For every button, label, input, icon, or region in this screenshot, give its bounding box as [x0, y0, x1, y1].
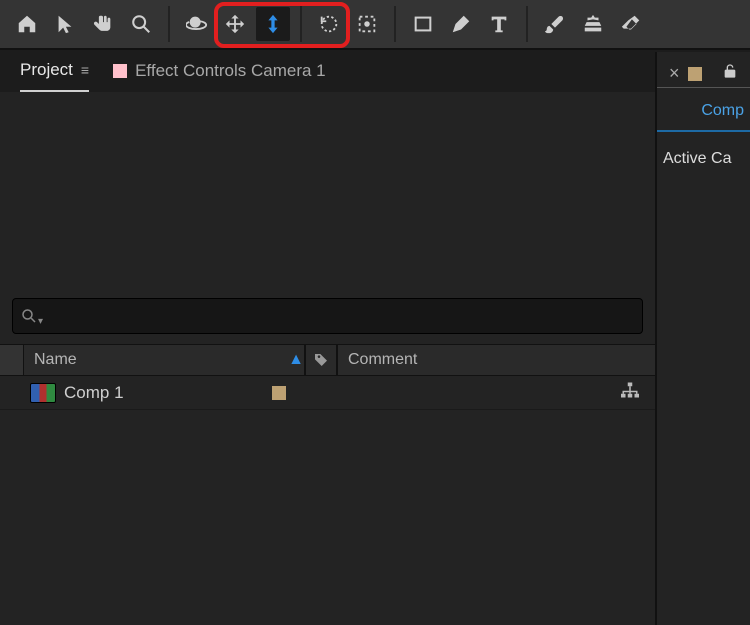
- project-panel: ▾ Name ▲ Comment Comp 1: [0, 92, 655, 625]
- column-comment[interactable]: Comment: [338, 351, 417, 369]
- project-search[interactable]: ▾: [12, 298, 643, 334]
- tag-icon: [313, 352, 329, 368]
- tab-project-label: Project: [20, 60, 73, 80]
- comp-color-swatch: [688, 67, 702, 81]
- toolbar-divider: [394, 6, 396, 42]
- toolbar-divider: [168, 6, 170, 42]
- sort-ascending-icon[interactable]: ▲: [288, 351, 304, 369]
- tab-effect-controls-label: Effect Controls Camera 1: [135, 61, 326, 81]
- rectangle-tool-icon[interactable]: [406, 7, 440, 41]
- dolly-camera-tool-icon[interactable]: [256, 7, 290, 41]
- project-columns-header: Name ▲ Comment: [0, 344, 655, 376]
- tab-effect-controls[interactable]: Effect Controls Camera 1: [113, 61, 326, 91]
- orbit-camera-tool-icon[interactable]: [180, 7, 214, 41]
- pen-tool-icon[interactable]: [444, 7, 478, 41]
- toolbar-divider: [300, 6, 302, 42]
- toolbar-divider: [526, 6, 528, 42]
- column-name-label: Name: [34, 351, 77, 369]
- zoom-tool-icon[interactable]: [124, 7, 158, 41]
- column-name[interactable]: Name ▲: [24, 351, 304, 369]
- tab-composition[interactable]: Comp: [657, 88, 750, 132]
- type-tool-icon[interactable]: [482, 7, 516, 41]
- panel-menu-icon[interactable]: ≡: [81, 62, 89, 78]
- search-dropdown-caret-icon[interactable]: ▾: [38, 316, 43, 327]
- lock-icon[interactable]: [722, 63, 738, 84]
- project-item-name: Comp 1: [64, 383, 124, 403]
- search-icon: [20, 307, 38, 325]
- brush-tool-icon[interactable]: [538, 7, 572, 41]
- tab-project[interactable]: Project ≡: [20, 60, 89, 92]
- viewer-panel: × Comp Active Ca: [655, 52, 750, 625]
- project-item-label-chip[interactable]: [272, 386, 286, 400]
- active-camera-label: Active Ca: [663, 150, 731, 167]
- project-item-row[interactable]: Comp 1: [0, 376, 655, 410]
- composition-icon: [30, 383, 56, 403]
- clone-stamp-tool-icon[interactable]: [576, 7, 610, 41]
- close-icon[interactable]: ×: [669, 63, 680, 84]
- anchor-point-tool-icon[interactable]: [350, 7, 384, 41]
- column-comment-label: Comment: [348, 351, 417, 368]
- main-toolbar: [0, 0, 750, 50]
- selection-tool-icon[interactable]: [48, 7, 82, 41]
- column-handle[interactable]: [0, 345, 24, 375]
- home-icon[interactable]: [10, 7, 44, 41]
- tab-composition-label: Comp: [701, 102, 744, 119]
- left-panel-tabs: Project ≡ Effect Controls Camera 1: [0, 50, 750, 92]
- layer-color-swatch: [113, 64, 127, 78]
- rotation-tool-icon[interactable]: [312, 7, 346, 41]
- column-label[interactable]: [306, 352, 336, 368]
- project-search-input[interactable]: [12, 298, 643, 334]
- pan-camera-tool-icon[interactable]: [218, 7, 252, 41]
- flowchart-icon[interactable]: [621, 382, 639, 403]
- hand-tool-icon[interactable]: [86, 7, 120, 41]
- eraser-tool-icon[interactable]: [614, 7, 648, 41]
